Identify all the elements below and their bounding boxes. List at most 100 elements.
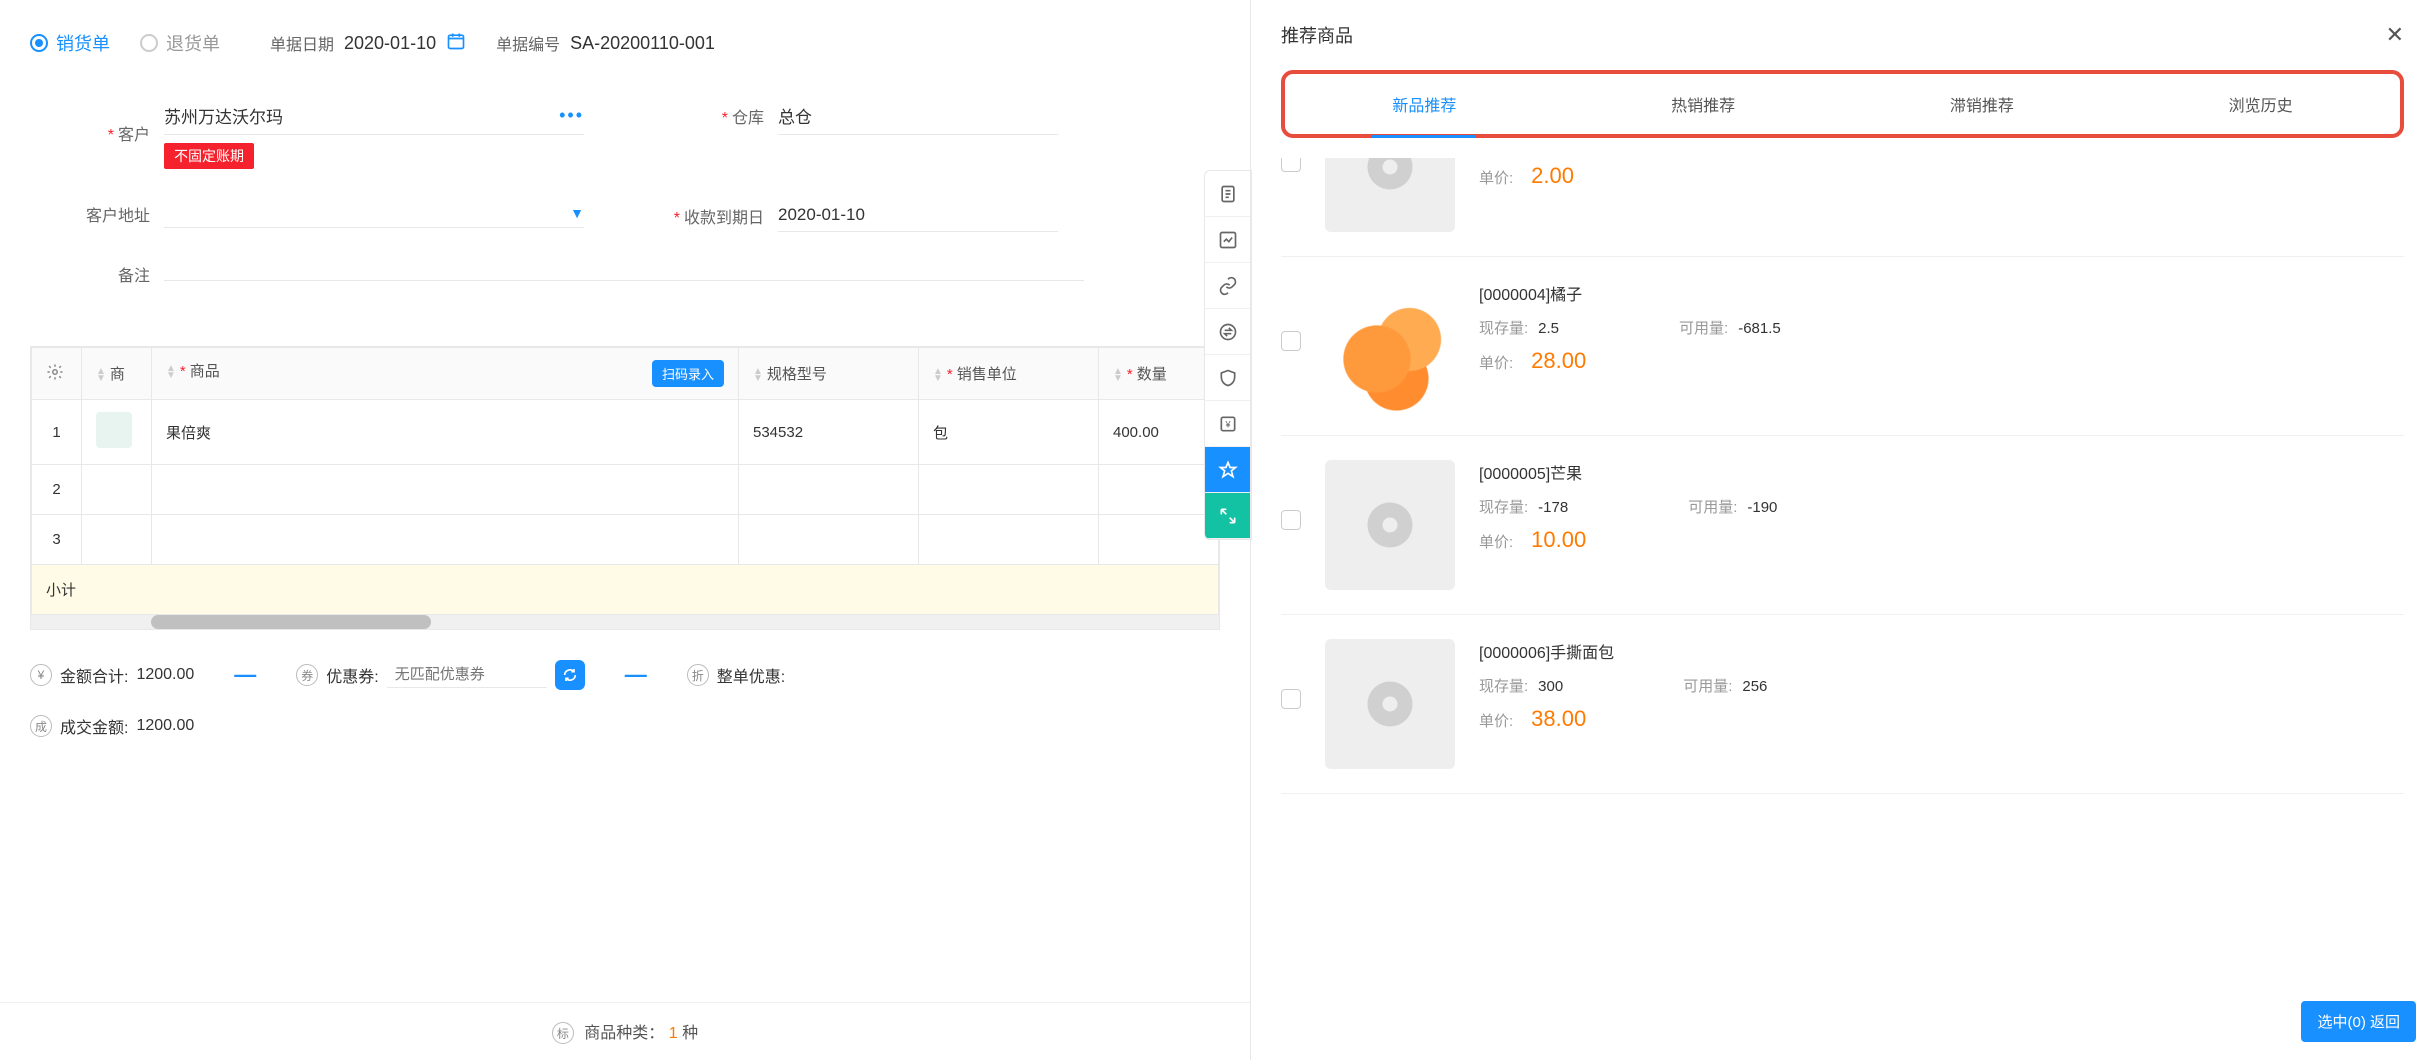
side-btn-star[interactable] <box>1205 447 1251 493</box>
address-field: 客户地址 ▼ <box>30 199 584 228</box>
due-date-label: 收款到期日 <box>684 210 764 227</box>
doc-no-field: 单据编号 SA-20200110-001 <box>496 31 715 55</box>
row-qty[interactable] <box>1099 515 1219 565</box>
table-row[interactable]: 2 <box>32 465 1219 515</box>
svg-text:¥: ¥ <box>1224 419 1231 429</box>
row-product[interactable]: 果倍爽 <box>152 400 739 465</box>
row-spec[interactable] <box>739 515 919 565</box>
warehouse-value[interactable]: 总仓 <box>778 103 812 128</box>
recommend-tab[interactable]: 浏览历史 <box>2209 82 2313 126</box>
subtotal-row: 小计 <box>32 565 1219 615</box>
minus-icon: — <box>234 662 256 688</box>
price-label: 单价: <box>1479 534 1513 551</box>
col-sku[interactable]: ▲▼商 <box>82 348 152 400</box>
row-product[interactable] <box>152 465 739 515</box>
side-btn-swap[interactable] <box>1205 309 1251 355</box>
recommend-tab[interactable]: 滞销推荐 <box>1930 82 2034 126</box>
totals-bar: ¥ 金额合计: 1200.00 — 券 优惠券: — 折 整单优惠: <box>30 660 1220 690</box>
side-btn-chart[interactable] <box>1205 217 1251 263</box>
recommend-tab[interactable]: 热销推荐 <box>1651 82 1755 126</box>
col-qty[interactable]: ▲▼*数量 <box>1099 348 1219 400</box>
remark-label: 备注 <box>118 268 150 285</box>
items-table: ▲▼商 ▲▼*商品扫码录入 ▲▼规格型号 ▲▼*销售单位 ▲▼*数量 1 果倍爽… <box>30 346 1220 630</box>
doc-no-value: SA-20200110-001 <box>570 33 715 54</box>
chevron-down-icon[interactable]: ▼ <box>570 205 584 221</box>
col-spec[interactable]: ▲▼规格型号 <box>739 348 919 400</box>
row-thumb <box>82 515 152 565</box>
coupon-input[interactable] <box>387 662 547 688</box>
stock-value: -178 <box>1538 499 1568 516</box>
customer-value[interactable]: 苏州万达沃尔玛 <box>164 103 283 128</box>
avail-value: -681.5 <box>1738 320 1781 337</box>
item-title: [0000004]橘子 <box>1479 281 2404 305</box>
avail-label: 可用量: <box>1683 678 1732 695</box>
recommend-list: 250ml 现存量:19952 可用量:19903 单价:2.00 [00000… <box>1281 158 2404 898</box>
scan-input-button[interactable]: 扫码录入 <box>652 360 724 387</box>
side-btn-shield[interactable] <box>1205 355 1251 401</box>
tab-return-label: 退货单 <box>166 30 220 56</box>
item-checkbox[interactable] <box>1281 158 1301 172</box>
row-unit[interactable] <box>919 515 1099 565</box>
yen-icon: ¥ <box>30 664 52 686</box>
top-tabs-bar: 销货单 退货单 单据日期 2020-01-10 单据编号 SA-20200110… <box>30 20 1220 77</box>
avail-label: 可用量: <box>1688 499 1737 516</box>
tab-sales-label: 销货单 <box>56 30 110 56</box>
row-qty[interactable] <box>1099 465 1219 515</box>
ellipsis-icon[interactable]: ••• <box>559 105 584 126</box>
price-value: 10.00 <box>1531 527 1586 552</box>
radio-icon <box>140 34 158 52</box>
recommend-item: [0000006]手撕面包 现存量:300 可用量:256 单价:38.00 <box>1281 615 2404 794</box>
row-spec[interactable]: 534532 <box>739 400 919 465</box>
row-unit[interactable] <box>919 465 1099 515</box>
selected-return-button[interactable]: 选中(0) 返回 <box>2301 1001 2416 1042</box>
recommend-tab[interactable]: 新品推荐 <box>1372 82 1476 126</box>
side-btn-note[interactable] <box>1205 171 1251 217</box>
gear-column[interactable] <box>32 348 82 400</box>
final-icon: 成 <box>30 715 52 737</box>
price-value: 38.00 <box>1531 706 1586 731</box>
stock-value: 2.5 <box>1538 320 1559 337</box>
stock-label: 现存量: <box>1479 320 1528 337</box>
row-thumb <box>82 400 152 465</box>
recommend-title: 推荐商品 <box>1281 22 1353 48</box>
horizontal-scrollbar[interactable] <box>31 615 1219 629</box>
close-icon[interactable]: ✕ <box>2386 22 2404 48</box>
row-qty[interactable]: 400.00 <box>1099 400 1219 465</box>
doc-date-value[interactable]: 2020-01-10 <box>344 33 436 54</box>
price-label: 单价: <box>1479 170 1513 187</box>
kinds-suffix: 种 <box>682 1025 698 1042</box>
table-row[interactable]: 3 <box>32 515 1219 565</box>
row-index: 2 <box>32 465 82 515</box>
side-btn-link[interactable] <box>1205 263 1251 309</box>
col-unit[interactable]: ▲▼*销售单位 <box>919 348 1099 400</box>
refresh-button[interactable] <box>555 660 585 690</box>
tab-return-order[interactable]: 退货单 <box>140 30 220 56</box>
row-product[interactable] <box>152 515 739 565</box>
table-row[interactable]: 1 果倍爽 534532 包 400.00 <box>32 400 1219 465</box>
item-checkbox[interactable] <box>1281 510 1301 530</box>
subtotal-label: 小计 <box>32 565 1219 615</box>
remark-field: 备注 <box>30 262 1084 286</box>
warehouse-label: 仓库 <box>732 110 764 127</box>
recommend-item: 250ml 现存量:19952 可用量:19903 单价:2.00 <box>1281 158 2404 257</box>
row-spec[interactable] <box>739 465 919 515</box>
side-btn-expand[interactable] <box>1205 493 1251 539</box>
tab-sales-order[interactable]: 销货单 <box>30 30 110 56</box>
row-index: 3 <box>32 515 82 565</box>
row-unit[interactable]: 包 <box>919 400 1099 465</box>
side-btn-currency[interactable]: ¥ <box>1205 401 1251 447</box>
item-checkbox[interactable] <box>1281 689 1301 709</box>
due-date-value[interactable]: 2020-01-10 <box>778 205 865 225</box>
kinds-count: 1 <box>669 1025 678 1042</box>
due-date-field: *收款到期日 2020-01-10 <box>644 199 1058 232</box>
coupon-icon: 券 <box>296 664 318 686</box>
price-label: 单价: <box>1479 355 1513 372</box>
col-product[interactable]: ▲▼*商品扫码录入 <box>152 348 739 400</box>
doc-date-field: 单据日期 2020-01-10 <box>270 31 466 56</box>
calendar-icon[interactable] <box>446 31 466 56</box>
item-checkbox[interactable] <box>1281 331 1301 351</box>
radio-icon <box>30 34 48 52</box>
item-title: [0000006]手撕面包 <box>1479 639 2404 663</box>
avail-value: 256 <box>1742 678 1767 695</box>
kinds-label: 商品种类： <box>584 1025 664 1042</box>
